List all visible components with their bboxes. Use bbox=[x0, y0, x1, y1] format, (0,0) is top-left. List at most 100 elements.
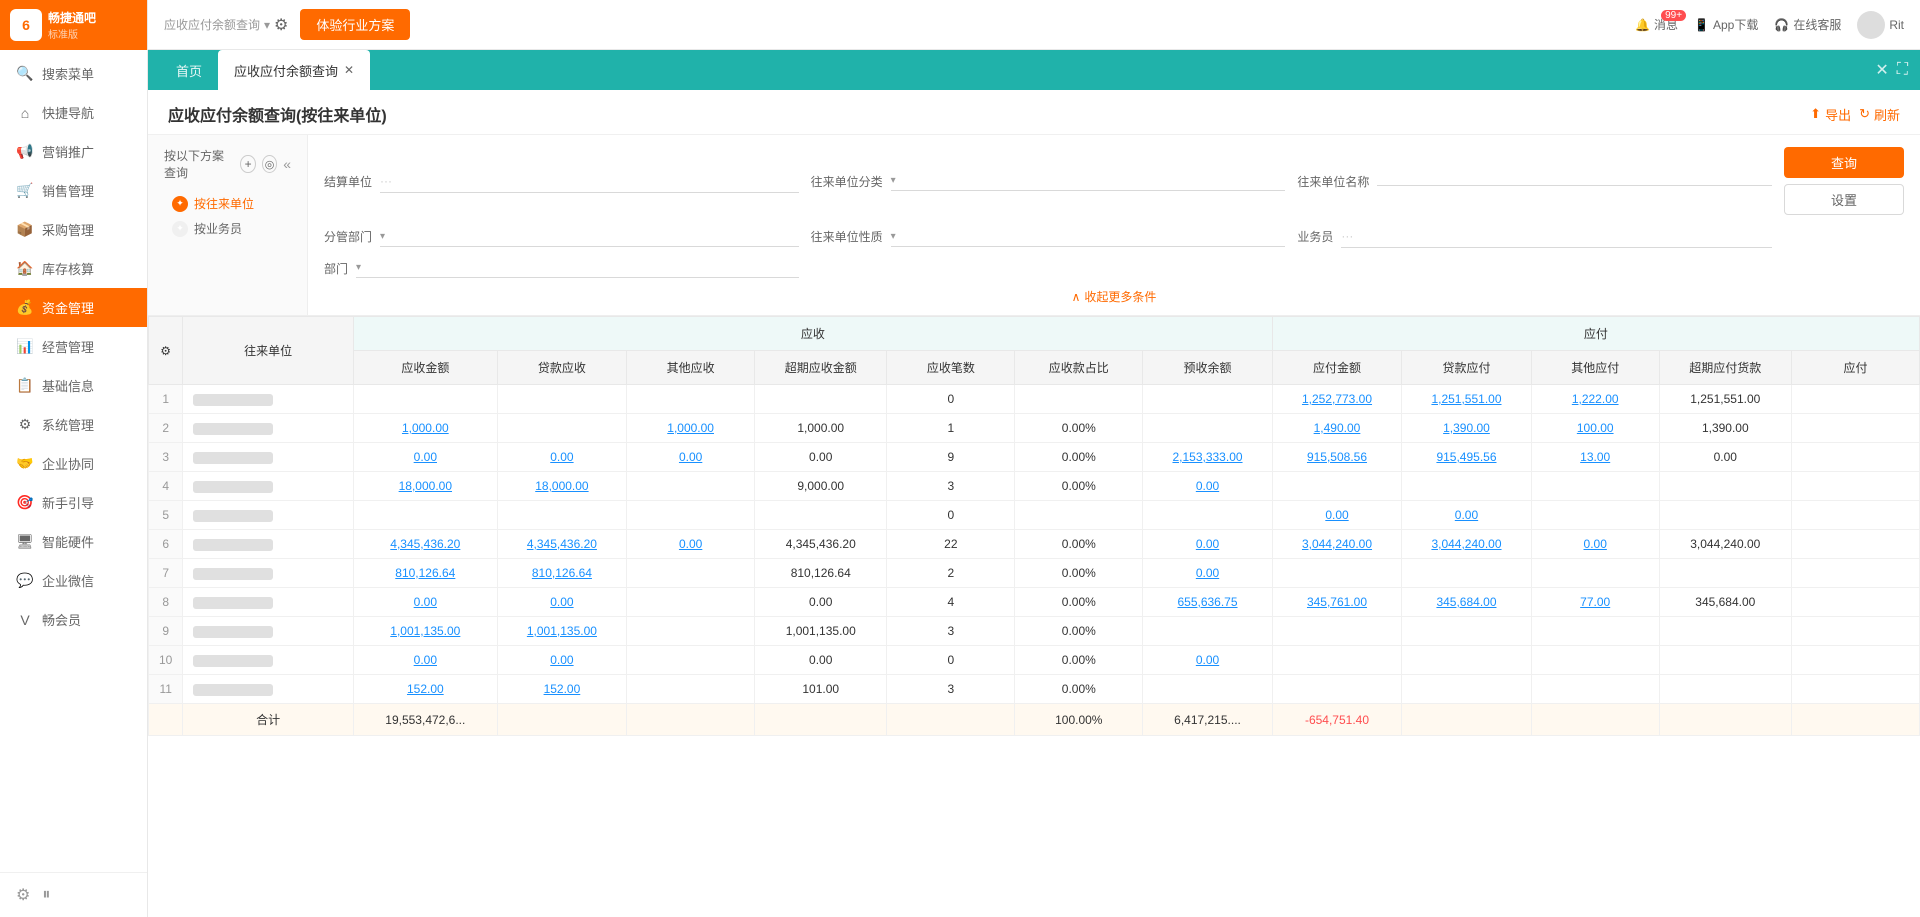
table-cell[interactable]: 915,495.56 bbox=[1402, 443, 1531, 472]
table-cell[interactable]: 1,000.00 bbox=[353, 414, 497, 443]
table-cell bbox=[1272, 646, 1401, 675]
table-cell: 0.00 bbox=[755, 443, 887, 472]
table-cell bbox=[353, 385, 497, 414]
sidebar-item-finance[interactable]: 💰资金管理 bbox=[0, 288, 147, 327]
filter-scheme-settings-btn[interactable]: ◎ bbox=[262, 155, 277, 173]
promo-button[interactable]: 体验行业方案 bbox=[300, 9, 410, 40]
table-row: 11152.00152.00101.0030.00% bbox=[149, 675, 1920, 704]
table-cell[interactable]: 152.00 bbox=[497, 675, 626, 704]
filter-input-settlement[interactable]: ··· bbox=[380, 170, 799, 193]
refresh-button[interactable]: ↻ 刷新 bbox=[1859, 105, 1900, 124]
table-cell[interactable]: 0.00 bbox=[497, 443, 626, 472]
table-settings-col[interactable]: ⚙ bbox=[149, 317, 183, 385]
filter-add-btn[interactable]: + bbox=[240, 155, 255, 173]
window-expand-icon[interactable]: ⛶ bbox=[1897, 61, 1908, 79]
total-cell bbox=[755, 704, 887, 736]
table-cell[interactable]: 1,222.00 bbox=[1531, 385, 1659, 414]
sidebar-settings-icon[interactable]: ⚙ bbox=[16, 885, 30, 905]
sidebar-item-operation[interactable]: 📊经营管理 bbox=[0, 327, 147, 366]
table-cell[interactable]: 0.00 bbox=[627, 530, 755, 559]
sidebar-item-enterprise-collab[interactable]: 🤝企业协同 bbox=[0, 444, 147, 483]
filter-input-salesman[interactable]: ··· bbox=[1341, 225, 1772, 248]
sidebar-item-smart-hardware[interactable]: 🖥智能硬件 bbox=[0, 522, 147, 561]
sidebar-item-enterprise-wechat[interactable]: 💬企业微信 bbox=[0, 561, 147, 600]
sidebar-item-system[interactable]: ⚙系统管理 bbox=[0, 405, 147, 444]
table-cell[interactable]: 345,684.00 bbox=[1402, 588, 1531, 617]
table-cell[interactable]: 152.00 bbox=[353, 675, 497, 704]
sidebar-collapse-icon[interactable]: ⏸ bbox=[42, 886, 50, 904]
sidebar-item-inventory[interactable]: 🏠库存核算 bbox=[0, 249, 147, 288]
table-cell[interactable]: 0.00 bbox=[1402, 501, 1531, 530]
table-cell[interactable]: 3,044,240.00 bbox=[1402, 530, 1531, 559]
table-cell: 0.00% bbox=[1015, 559, 1143, 588]
sidebar-item-search-menu[interactable]: 🔍搜索菜单 bbox=[0, 54, 147, 93]
app-download-item[interactable]: 📱 App下载 bbox=[1694, 16, 1758, 33]
table-cell[interactable]: 77.00 bbox=[1531, 588, 1659, 617]
sidebar-item-basic-info[interactable]: 📋基础信息 bbox=[0, 366, 147, 405]
table-cell[interactable]: 18,000.00 bbox=[497, 472, 626, 501]
tab-home[interactable]: 首页 bbox=[160, 50, 218, 90]
table-cell[interactable]: 0.00 bbox=[1272, 501, 1401, 530]
window-close-icon[interactable]: ✕ bbox=[1875, 60, 1888, 80]
table-cell[interactable]: 100.00 bbox=[1531, 414, 1659, 443]
table-cell[interactable]: 1,490.00 bbox=[1272, 414, 1401, 443]
filter-input-partner-category[interactable]: ▾ bbox=[891, 171, 1286, 191]
table-container: ⚙ 往来单位 应收 应付 应收金额贷款应收其他应收超期应收金额应收笔数应收款占比… bbox=[148, 316, 1920, 736]
filter-input-partner-nature[interactable]: ▾ bbox=[891, 227, 1286, 247]
page-container: 应收应付余额查询(按往来单位) ⬆ 导出 ↻ 刷新 bbox=[148, 90, 1920, 917]
table-cell[interactable]: 0.00 bbox=[353, 588, 497, 617]
table-cell[interactable]: 1,001,135.00 bbox=[353, 617, 497, 646]
table-cell[interactable]: 345,761.00 bbox=[1272, 588, 1401, 617]
topbar-dropdown-icon[interactable]: ▾ bbox=[264, 18, 270, 32]
table-cell[interactable]: 0.00 bbox=[353, 443, 497, 472]
table-cell[interactable]: 0.00 bbox=[1143, 646, 1272, 675]
table-cell[interactable]: 810,126.64 bbox=[497, 559, 626, 588]
table-cell[interactable]: 0.00 bbox=[497, 646, 626, 675]
table-cell[interactable]: 915,508.56 bbox=[1272, 443, 1401, 472]
table-cell[interactable]: 0.00 bbox=[497, 588, 626, 617]
table-cell[interactable]: 1,390.00 bbox=[1402, 414, 1531, 443]
online-service-item[interactable]: 🎧 在线客服 bbox=[1774, 16, 1841, 33]
setting-button[interactable]: 设置 bbox=[1784, 184, 1904, 215]
filter-input-partner-name[interactable] bbox=[1377, 177, 1772, 186]
export-button[interactable]: ⬆ 导出 bbox=[1810, 105, 1851, 124]
table-cell[interactable]: 1,251,551.00 bbox=[1402, 385, 1531, 414]
tab-close-icon[interactable]: ✕ bbox=[344, 63, 354, 77]
table-cell[interactable]: 13.00 bbox=[1531, 443, 1659, 472]
table-cell[interactable]: 0.00 bbox=[1143, 530, 1272, 559]
filter-scheme-by-partner[interactable]: ✦ 按往来单位 bbox=[164, 191, 291, 216]
table-cell[interactable]: 1,252,773.00 bbox=[1272, 385, 1401, 414]
sidebar-item-member[interactable]: V畅会员 bbox=[0, 600, 147, 639]
sidebar-item-beginner[interactable]: 🎯新手引导 bbox=[0, 483, 147, 522]
table-cell[interactable]: 0.00 bbox=[1531, 530, 1659, 559]
filter-input-dept[interactable]: ▾ bbox=[356, 258, 799, 278]
tab-ar-balance[interactable]: 应收应付余额查询 ✕ bbox=[218, 50, 370, 90]
table-cell[interactable]: 0.00 bbox=[353, 646, 497, 675]
table-cell[interactable]: 2,153,333.00 bbox=[1143, 443, 1272, 472]
table-cell[interactable]: 810,126.64 bbox=[353, 559, 497, 588]
page-header: 应收应付余额查询(按往来单位) ⬆ 导出 ↻ 刷新 bbox=[148, 90, 1920, 135]
table-cell[interactable]: 4,345,436.20 bbox=[353, 530, 497, 559]
filter-label-settlement: 结算单位 bbox=[324, 173, 372, 190]
table-cell[interactable]: 0.00 bbox=[1143, 559, 1272, 588]
user-item[interactable]: Rit bbox=[1857, 11, 1904, 39]
filter-scheme-by-salesman[interactable]: ✦ 按业务员 bbox=[164, 216, 291, 241]
table-cell[interactable]: 1,000.00 bbox=[627, 414, 755, 443]
topbar-gear-icon[interactable]: ⚙ bbox=[274, 15, 288, 35]
sidebar-item-purchase[interactable]: 📦采购管理 bbox=[0, 210, 147, 249]
notification-item[interactable]: 🔔 消息 99+ bbox=[1635, 16, 1678, 33]
sidebar-item-quick-nav[interactable]: ⌂快捷导航 bbox=[0, 93, 147, 132]
table-cell[interactable]: 655,636.75 bbox=[1143, 588, 1272, 617]
sidebar-item-marketing[interactable]: 📢营销推广 bbox=[0, 132, 147, 171]
table-cell[interactable]: 3,044,240.00 bbox=[1272, 530, 1401, 559]
table-cell[interactable]: 1,001,135.00 bbox=[497, 617, 626, 646]
filter-input-dept-manager[interactable]: ▾ bbox=[380, 227, 799, 247]
query-button[interactable]: 查询 bbox=[1784, 147, 1904, 178]
sidebar-item-sales[interactable]: 🛒销售管理 bbox=[0, 171, 147, 210]
collapse-more-btn[interactable]: ∧ 收起更多条件 bbox=[324, 282, 1904, 311]
filter-collapse-left-btn[interactable]: « bbox=[283, 156, 291, 172]
table-cell[interactable]: 4,345,436.20 bbox=[497, 530, 626, 559]
table-cell[interactable]: 0.00 bbox=[627, 443, 755, 472]
table-cell[interactable]: 18,000.00 bbox=[353, 472, 497, 501]
table-cell[interactable]: 0.00 bbox=[1143, 472, 1272, 501]
